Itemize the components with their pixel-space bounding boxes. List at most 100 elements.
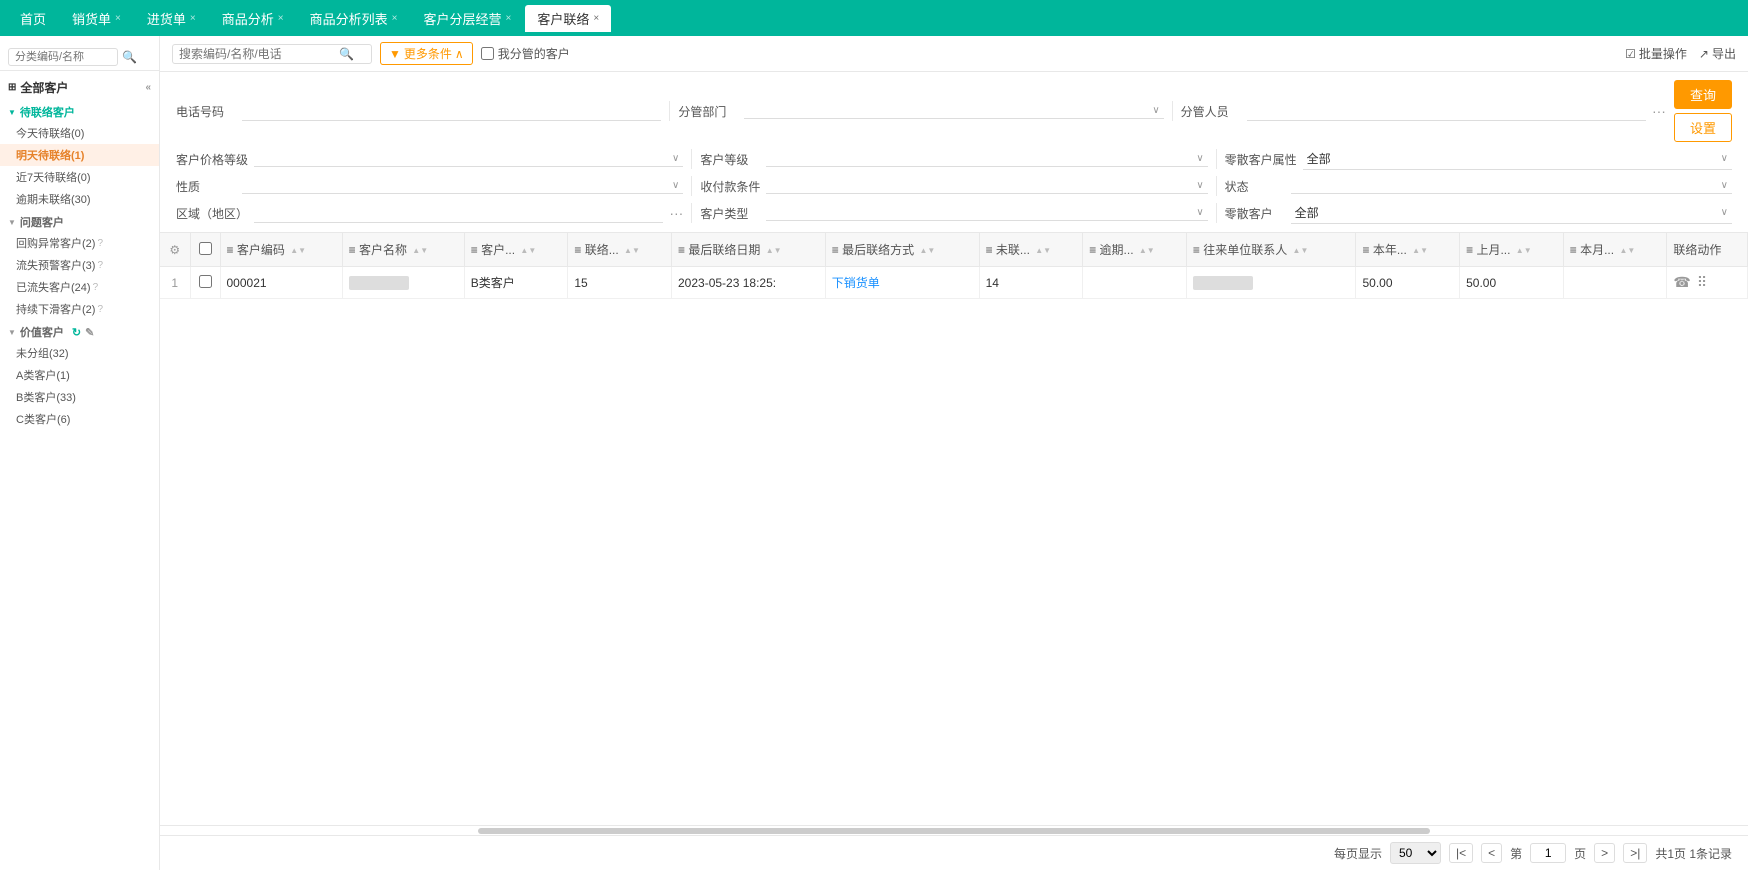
nav-sales-order[interactable]: 销货单 × [60,5,133,32]
page-size-select[interactable]: 50 100 200 [1390,842,1441,864]
region-input[interactable] [254,204,663,223]
last-page-button[interactable]: >| [1623,843,1647,863]
sidebar-item-churn-warning[interactable]: 流失预警客户(3) ? [0,254,159,276]
nav-product-analysis[interactable]: 商品分析 × [210,5,296,32]
prev-page-button[interactable]: < [1481,843,1502,863]
col-settings[interactable]: ⚙ [160,233,190,267]
nav-customer-stratification[interactable]: 客户分层经营 × [411,5,523,32]
more-action-icon[interactable]: ⠿ [1697,274,1707,291]
sidebar-search-input[interactable] [8,48,118,66]
manager-more-icon[interactable]: ··· [1652,103,1666,119]
search-input[interactable] [179,47,339,61]
my-customers-check[interactable] [481,47,494,60]
col-action: 联络动作 [1667,233,1748,267]
search-bar: 🔍 ▼ 更多条件 ∧ 我分管的客户 ☑ 批量操作 ↗ 导出 [160,36,1748,72]
nav-customer-contact[interactable]: 客户联络 × [525,5,611,32]
nav-purchase-order[interactable]: 进货单 × [135,5,208,32]
collapse-icon[interactable]: « [145,82,151,93]
dept-select[interactable]: ∨ [744,103,1163,119]
col-sort-icon: ≡ [832,243,839,257]
table-row: 1 000021 B类客户 15 2023-05-23 18:25: [160,267,1748,299]
sidebar-item-declining[interactable]: 持续下滑客户(2) ? [0,298,159,320]
status-select[interactable]: ∨ [1291,178,1732,194]
search-input-wrap: 🔍 [172,44,372,64]
search-icon[interactable]: 🔍 [339,47,354,61]
close-icon[interactable]: × [190,13,196,24]
sidebar-item-class-c[interactable]: C类客户(6) [0,408,159,430]
nav-product-analysis-list[interactable]: 商品分析列表 × [298,5,410,32]
export-button[interactable]: ↗ 导出 [1699,45,1736,62]
filter-divider [669,101,670,121]
batch-operation-button[interactable]: ☑ 批量操作 [1625,45,1687,62]
sort-icon[interactable]: ▲▼ [1139,246,1155,255]
contact-person-value [1186,267,1356,299]
page-input[interactable] [1530,843,1566,863]
all-customers-header[interactable]: ⊞ 全部客户 « [0,75,159,100]
close-icon[interactable]: × [115,13,121,24]
sidebar-item-tomorrow-contact[interactable]: 明天待联络(1) [0,144,159,166]
settings-icon[interactable]: ⚙ [169,243,180,257]
question-icon: ? [97,260,103,271]
manager-input[interactable] [1247,102,1646,121]
close-icon[interactable]: × [593,13,599,24]
setting-button[interactable]: 设置 [1674,113,1732,142]
close-icon[interactable]: × [278,13,284,24]
sort-icon[interactable]: ▲▼ [520,246,536,255]
sidebar-item-7days-contact[interactable]: 近7天待联络(0) [0,166,159,188]
col-contact-person: ≡ 往来单位联系人 ▲▼ [1186,233,1356,267]
sort-icon[interactable]: ▲▼ [1516,246,1532,255]
filter-status: 状态 ∨ [1225,178,1732,195]
retail-attr-select[interactable]: 全部 ∨ [1303,148,1732,170]
scrollbar-thumb[interactable] [478,828,1431,834]
edit-icon[interactable]: ✎ [85,326,94,339]
sidebar-item-repurchase-abnormal[interactable]: 回购异常客户(2) ? [0,232,159,254]
close-icon[interactable]: × [392,13,398,24]
gender-select[interactable]: ∨ [242,178,683,194]
close-icon[interactable]: × [505,13,511,24]
filter-area: 电话号码 分管部门 ∨ 分管人员 ··· [160,72,1748,233]
retail-customer-label: 零散客户 [1225,205,1285,222]
sidebar-search-icon[interactable]: 🔍 [122,50,137,64]
price-level-select[interactable]: ∨ [254,151,683,167]
action-buttons: 查询 设置 [1674,80,1732,142]
sidebar-item-class-a[interactable]: A类客户(1) [0,364,159,386]
sidebar-item-today-contact[interactable]: 今天待联络(0) [0,122,159,144]
region-more-icon[interactable]: ··· [669,205,683,221]
phone-action-icon[interactable]: ☎ [1673,274,1690,291]
payment-select[interactable]: ∨ [766,178,1207,194]
sort-icon[interactable]: ▲▼ [766,246,782,255]
sort-icon[interactable]: ▲▼ [1293,246,1309,255]
my-customers-checkbox[interactable]: 我分管的客户 [481,45,570,62]
sort-icon[interactable]: ▲▼ [1619,246,1635,255]
filter-row-1: 电话号码 分管部门 ∨ 分管人员 ··· [176,80,1732,142]
customer-level-label: 客户等级 [700,151,760,168]
col-checkbox[interactable] [190,233,220,267]
col-sort-icon: ≡ [1362,243,1369,257]
row-checkbox[interactable] [190,267,220,299]
sidebar-item-overdue-contact[interactable]: 逾期未联络(30) [0,188,159,210]
sort-icon[interactable]: ▲▼ [412,246,428,255]
phone-input[interactable] [242,102,661,121]
retail-customer-select[interactable]: 全部 ∨ [1291,202,1732,224]
sort-icon[interactable]: ▲▼ [624,246,640,255]
query-button[interactable]: 查询 [1674,80,1732,109]
more-conditions-button[interactable]: ▼ 更多条件 ∧ [380,42,473,65]
sort-icon[interactable]: ▲▼ [1035,246,1051,255]
refresh-icon[interactable]: ↻ [72,326,81,339]
customer-type-select[interactable]: ∨ [766,205,1207,221]
col-sort-icon: ≡ [1466,243,1473,257]
nav-home[interactable]: 首页 [8,5,58,32]
horizontal-scrollbar[interactable] [160,825,1748,835]
sort-icon[interactable]: ▲▼ [1412,246,1428,255]
sidebar-item-class-b[interactable]: B类客户(33) [0,386,159,408]
sidebar-item-ungrouped[interactable]: 未分组(32) [0,342,159,364]
sort-icon[interactable]: ▲▼ [919,246,935,255]
row-select-checkbox[interactable] [199,275,212,288]
sidebar-item-churned[interactable]: 已流失客户(24) ? [0,276,159,298]
first-page-button[interactable]: |< [1449,843,1473,863]
sort-icon[interactable]: ▲▼ [290,246,306,255]
customer-level-select[interactable]: ∨ [766,151,1207,167]
select-all-checkbox[interactable] [199,242,212,255]
next-page-button[interactable]: > [1594,843,1615,863]
last-contact-link[interactable]: 下销货单 [832,276,880,290]
